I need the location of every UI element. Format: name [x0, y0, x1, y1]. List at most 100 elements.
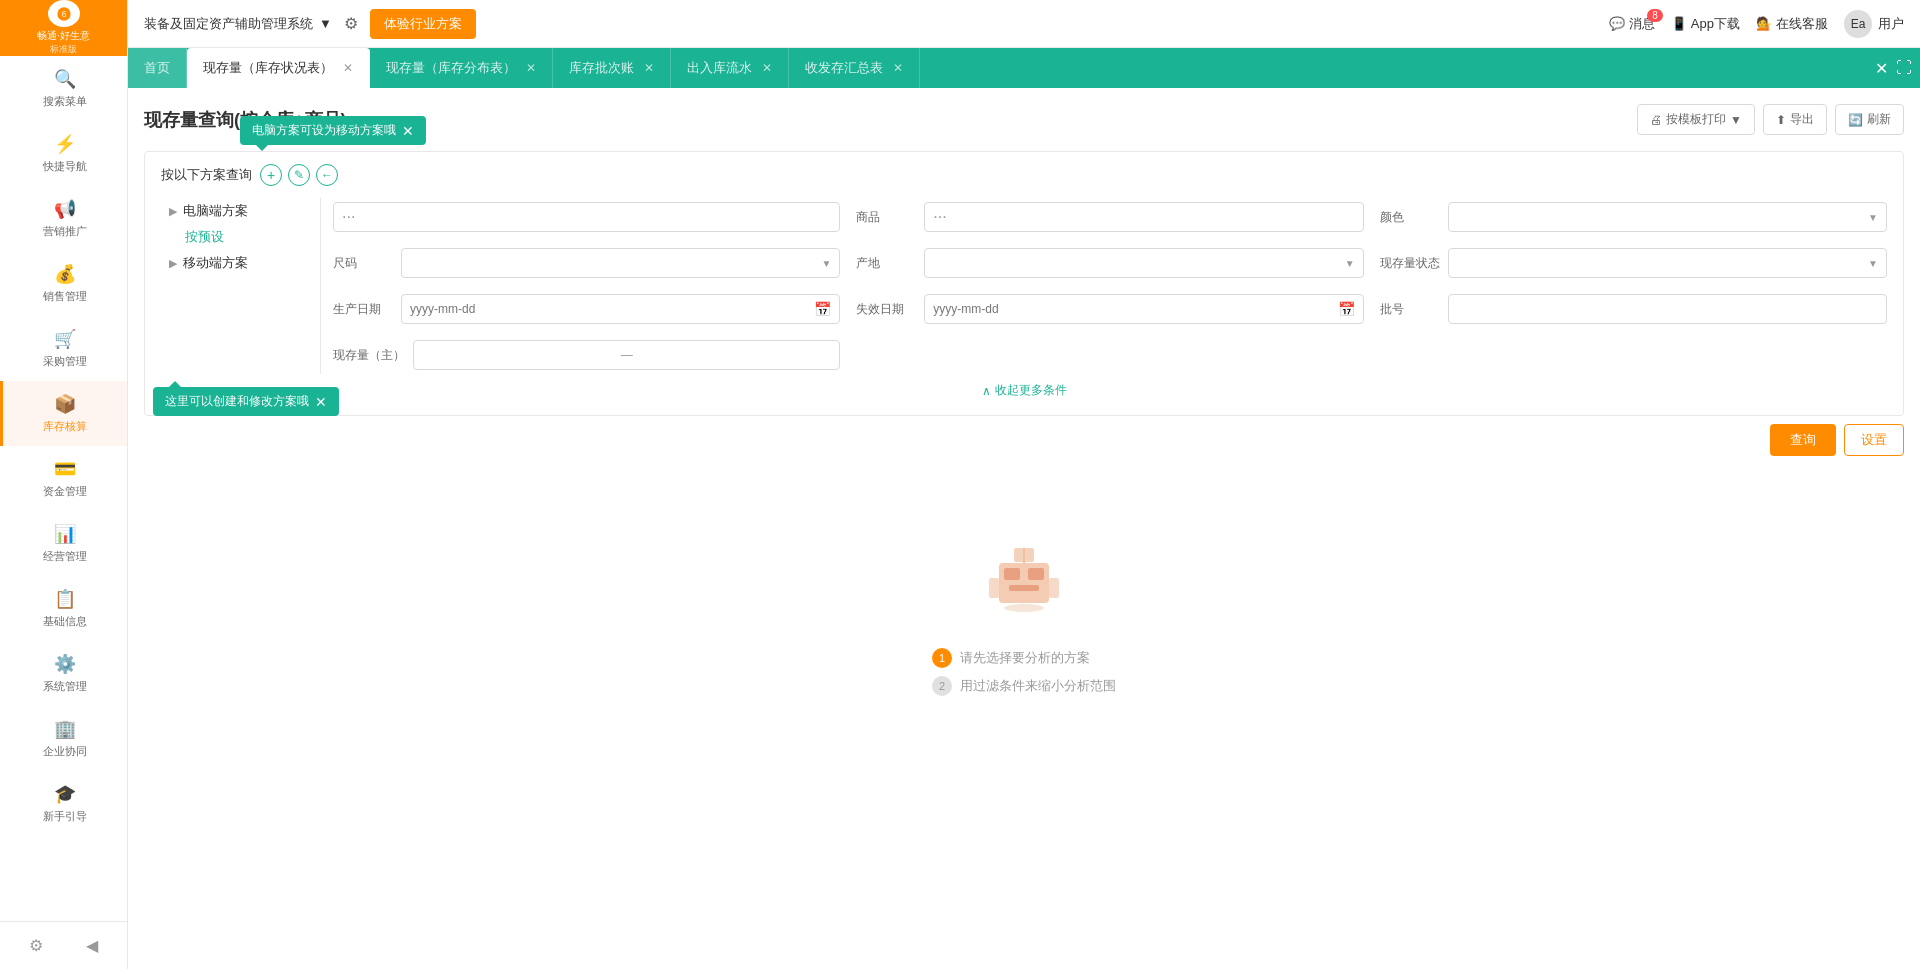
sidebar-item-sales[interactable]: 💰 销售管理: [0, 251, 127, 316]
tab-inventory-distribution-close[interactable]: ✕: [526, 61, 536, 75]
tab-batch-ledger[interactable]: 库存批次账 ✕: [553, 48, 671, 88]
sidebar-item-enterprise[interactable]: 🏢 企业协同: [0, 706, 127, 771]
scheme-item-sub[interactable]: 按预设: [161, 224, 308, 250]
system-selector[interactable]: 装备及固定资产辅助管理系统 ▼: [144, 15, 332, 33]
tab-maximize-btn[interactable]: ⛶: [1896, 59, 1912, 77]
app-name: 畅通·好生意: [37, 29, 90, 43]
warehouse-input[interactable]: ···: [333, 202, 840, 232]
sidebar-settings-btn[interactable]: ⚙: [29, 936, 43, 955]
step2-text: 用过滤条件来缩小分析范围: [960, 677, 1116, 695]
refresh-icon: 🔄: [1848, 113, 1863, 127]
tab-flow-record-close[interactable]: ✕: [762, 61, 772, 75]
settings-query-button[interactable]: 设置: [1844, 424, 1904, 456]
export-button[interactable]: ⬆ 导出: [1763, 104, 1827, 135]
settings-icon[interactable]: ⚙: [344, 14, 358, 33]
sidebar-item-marketing[interactable]: 📢 营销推广: [0, 186, 127, 251]
inventory-status-select[interactable]: ▼: [1448, 248, 1887, 278]
tab-inventory-status-close[interactable]: ✕: [343, 61, 353, 75]
empty-illustration: [974, 528, 1074, 628]
tooltip2-close[interactable]: ✕: [315, 394, 327, 410]
online-service-btn[interactable]: 💁 在线客服: [1756, 15, 1828, 33]
tab-home-label: 首页: [144, 59, 170, 77]
filter-back-button[interactable]: ←: [316, 164, 338, 186]
expiry-date-input[interactable]: 📅: [924, 294, 1363, 324]
scheme-item-mobile[interactable]: ▶ 移动端方案: [161, 250, 308, 276]
sidebar-item-purchase[interactable]: 🛒 采购管理: [0, 316, 127, 381]
message-icon: 💬: [1609, 16, 1625, 31]
sidebar-item-operation[interactable]: 📊 经营管理: [0, 511, 127, 576]
size-select[interactable]: ▼: [401, 248, 840, 278]
app-download-btn[interactable]: 📱 App下载: [1671, 15, 1740, 33]
filter-collapse-btn[interactable]: ∧ 收起更多条件: [161, 374, 1887, 403]
mobile-expand-icon: ▶: [169, 257, 177, 270]
fields-panel: ··· 商品 ··· 颜色: [333, 198, 1887, 374]
empty-step-1: 1 请先选择要分析的方案: [932, 648, 1116, 668]
filter-edit-button[interactable]: ✎: [288, 164, 310, 186]
size-arrow-icon: ▼: [821, 258, 831, 269]
tab-home[interactable]: 首页: [128, 48, 187, 88]
scheme-item-pc[interactable]: ▶ 电脑端方案: [161, 198, 308, 224]
sidebar-item-quick-nav[interactable]: ⚡ 快捷导航: [0, 121, 127, 186]
tab-batch-ledger-close[interactable]: ✕: [644, 61, 654, 75]
tab-inventory-distribution[interactable]: 现存量（库存分布表） ✕: [370, 48, 553, 88]
refresh-button[interactable]: 🔄 刷新: [1835, 104, 1904, 135]
form-row-4: 现存量（主） —: [333, 336, 1887, 374]
sidebar-item-system[interactable]: ⚙️ 系统管理: [0, 641, 127, 706]
form-item-produce-date: 生产日期 📅: [333, 294, 840, 324]
sidebar-item-guide[interactable]: 🎓 新手引导: [0, 771, 127, 836]
tab-summary-table-close[interactable]: ✕: [893, 61, 903, 75]
tooltip1-close[interactable]: ✕: [402, 123, 414, 139]
tab-inventory-status-label: 现存量（库存状况表）: [203, 59, 333, 77]
produce-date-field[interactable]: [410, 302, 814, 316]
svg-rect-4: [1028, 568, 1044, 580]
top-header: 装备及固定资产辅助管理系统 ▼ ⚙ 体验行业方案 💬 消息 8 📱 App下载 …: [128, 0, 1920, 48]
tab-batch-ledger-label: 库存批次账: [569, 59, 634, 77]
inventory-qty-input[interactable]: —: [413, 340, 840, 370]
system-name: 装备及固定资产辅助管理系统: [144, 15, 313, 33]
user-menu[interactable]: Ea 用户: [1844, 10, 1904, 38]
sidebar-collapse-btn[interactable]: ◀: [86, 936, 98, 955]
sidebar-footer: ⚙ ◀: [0, 921, 127, 969]
produce-date-input[interactable]: 📅: [401, 294, 840, 324]
message-badge: 8: [1647, 9, 1663, 22]
produce-date-label: 生产日期: [333, 301, 393, 318]
batch-no-input[interactable]: [1448, 294, 1887, 324]
purchase-icon: 🛒: [54, 328, 76, 350]
form-row-3: 生产日期 📅 失效日期 📅: [333, 290, 1887, 328]
phone-icon: 📱: [1671, 16, 1687, 31]
inventory-qty-field[interactable]: [422, 348, 613, 362]
color-select[interactable]: ▼: [1448, 202, 1887, 232]
sidebar-item-basic-info[interactable]: 📋 基础信息: [0, 576, 127, 641]
form-item-size: 尺码 ▼: [333, 248, 840, 278]
header-right: 💬 消息 8 📱 App下载 💁 在线客服 Ea 用户: [1609, 10, 1904, 38]
goods-input[interactable]: ···: [924, 202, 1363, 232]
scheme-item-mobile-label: 移动端方案: [183, 254, 248, 272]
inv-status-arrow-icon: ▼: [1868, 258, 1878, 269]
print-button[interactable]: 🖨 按模板打印 ▼: [1637, 104, 1755, 135]
form-item-color: 颜色 ▼: [1380, 202, 1887, 232]
origin-arrow-icon: ▼: [1345, 258, 1355, 269]
app-logo: 6 畅通·好生意 标准版: [0, 0, 127, 56]
message-btn[interactable]: 💬 消息 8: [1609, 15, 1655, 33]
tab-flow-record-label: 出入库流水: [687, 59, 752, 77]
sidebar-item-finance[interactable]: 💳 资金管理: [0, 446, 127, 511]
sidebar-item-inventory[interactable]: 📦 库存核算: [0, 381, 127, 446]
main-area: 装备及固定资产辅助管理系统 ▼ ⚙ 体验行业方案 💬 消息 8 📱 App下载 …: [128, 0, 1920, 969]
tab-close-all-btn[interactable]: ✕: [1875, 59, 1888, 78]
search-button[interactable]: 查询: [1770, 424, 1836, 456]
page-actions: 🖨 按模板打印 ▼ ⬆ 导出 🔄 刷新: [1637, 104, 1904, 135]
tab-summary-table[interactable]: 收发存汇总表 ✕: [789, 48, 920, 88]
produce-date-calendar-icon[interactable]: 📅: [814, 301, 831, 317]
sidebar-item-search-menu[interactable]: 🔍 搜索菜单: [0, 56, 127, 121]
inventory-qty-field-end[interactable]: [641, 348, 832, 362]
basic-info-icon: 📋: [54, 588, 76, 610]
filter-add-button[interactable]: +: [260, 164, 282, 186]
tab-flow-record[interactable]: 出入库流水 ✕: [671, 48, 789, 88]
tab-inventory-status[interactable]: 现存量（库存状况表） ✕: [187, 48, 370, 88]
batch-no-field[interactable]: [1457, 302, 1878, 316]
trial-button[interactable]: 体验行业方案: [370, 9, 476, 39]
origin-select[interactable]: ▼: [924, 248, 1363, 278]
expiry-date-calendar-icon[interactable]: 📅: [1338, 301, 1355, 317]
expiry-date-field[interactable]: [933, 302, 1337, 316]
avatar: Ea: [1844, 10, 1872, 38]
